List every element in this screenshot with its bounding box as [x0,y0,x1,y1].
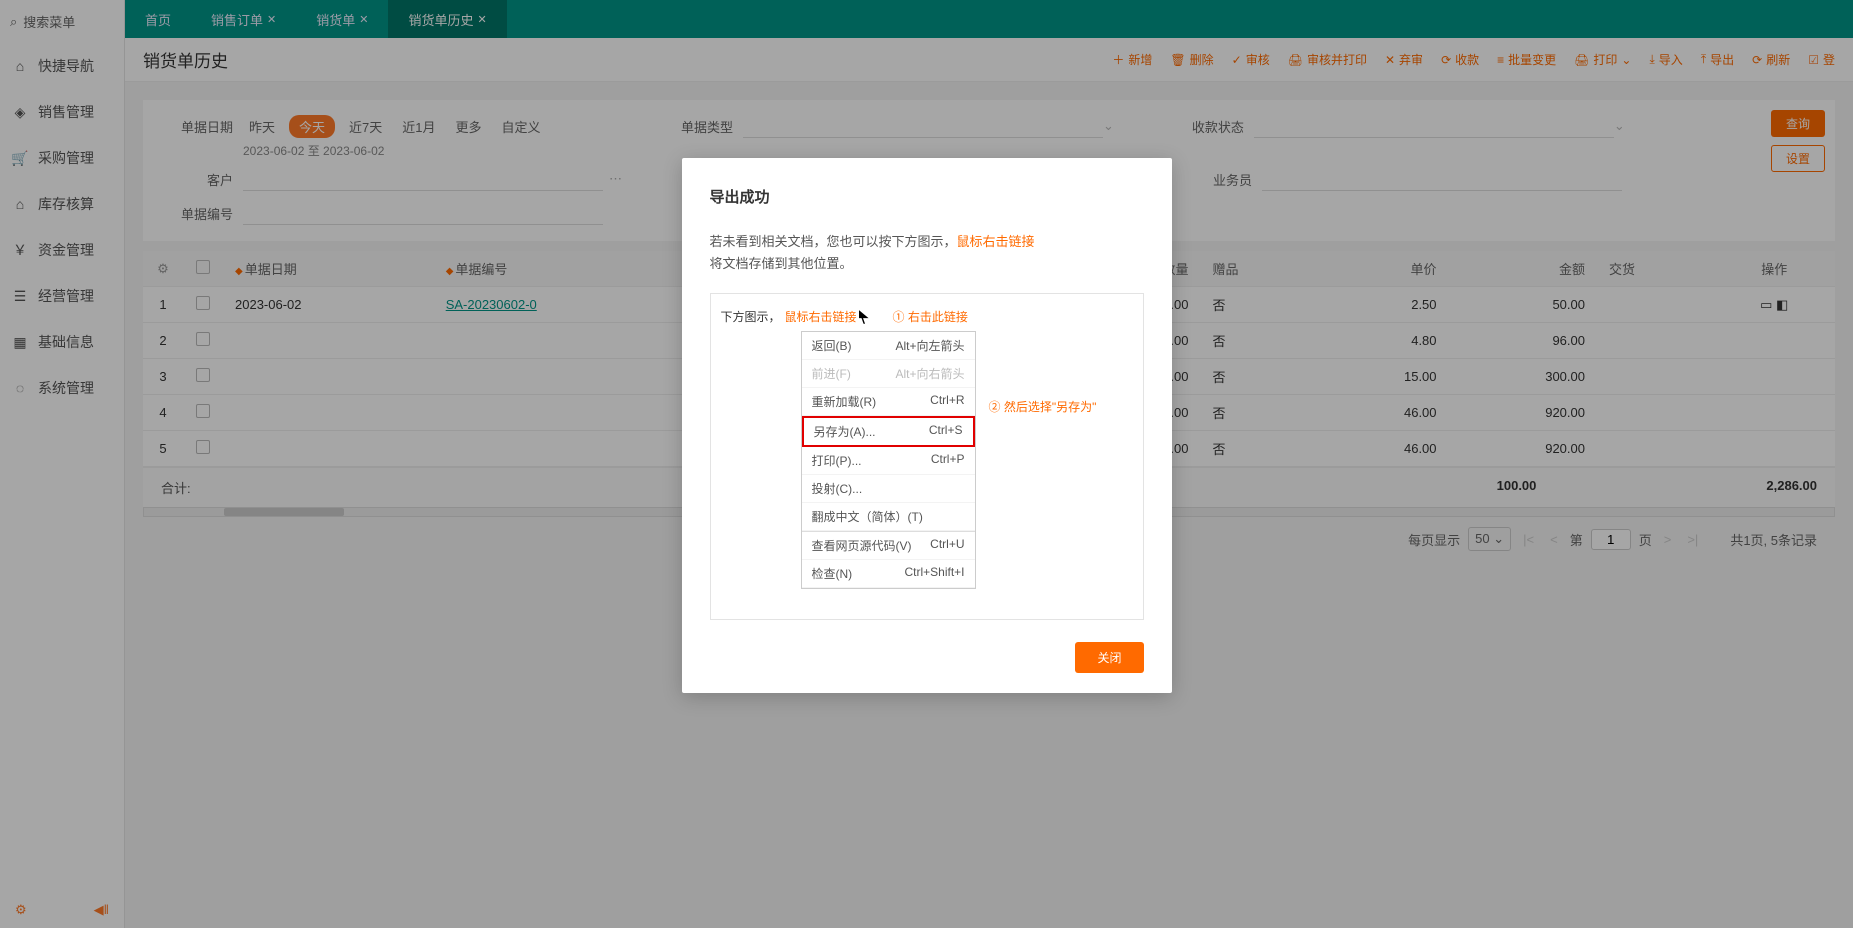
modal-overlay[interactable]: 导出成功 若未看到相关文档，您也可以按下方图示，鼠标右击链接 将文档存储到其他位… [0,0,1853,928]
ctx-item: 另存为(A)...Ctrl+S [802,416,975,447]
ctx-item: 打印(P)...Ctrl+P [802,447,975,475]
ctx-item: 重新加载(R)Ctrl+R [802,388,975,416]
close-button[interactable]: 关闭 [1075,642,1143,673]
export-success-modal: 导出成功 若未看到相关文档，您也可以按下方图示，鼠标右击链接 将文档存储到其他位… [682,158,1172,693]
ctx-item: 投射(C)... [802,475,975,503]
tip-2: ② 然后选择"另存为" [989,398,1097,415]
ctx-item: 翻成中文（简体）(T) [802,503,975,531]
cursor-icon [859,310,869,324]
guide-link: 鼠标右击链接 [785,308,857,325]
ctx-item: 查看网页源代码(V)Ctrl+U [802,531,975,560]
right-click-link[interactable]: 鼠标右击链接 [957,234,1035,249]
ctx-item: 前进(F)Alt+向右箭头 [802,360,975,388]
modal-title: 导出成功 [710,186,1144,207]
modal-text: 若未看到相关文档，您也可以按下方图示，鼠标右击链接 将文档存储到其他位置。 [710,231,1144,275]
ctx-item: 检查(N)Ctrl+Shift+I [802,560,975,588]
context-menu-illustration: 返回(B)Alt+向左箭头前进(F)Alt+向右箭头重新加载(R)Ctrl+R另… [801,331,976,589]
guide-illustration: 下方图示， 鼠标右击链接 ① 右击此链接 返回(B)Alt+向左箭头前进(F)A… [710,293,1144,620]
ctx-item: 返回(B)Alt+向左箭头 [802,332,975,360]
tip-1: ① 右击此链接 [893,308,968,325]
